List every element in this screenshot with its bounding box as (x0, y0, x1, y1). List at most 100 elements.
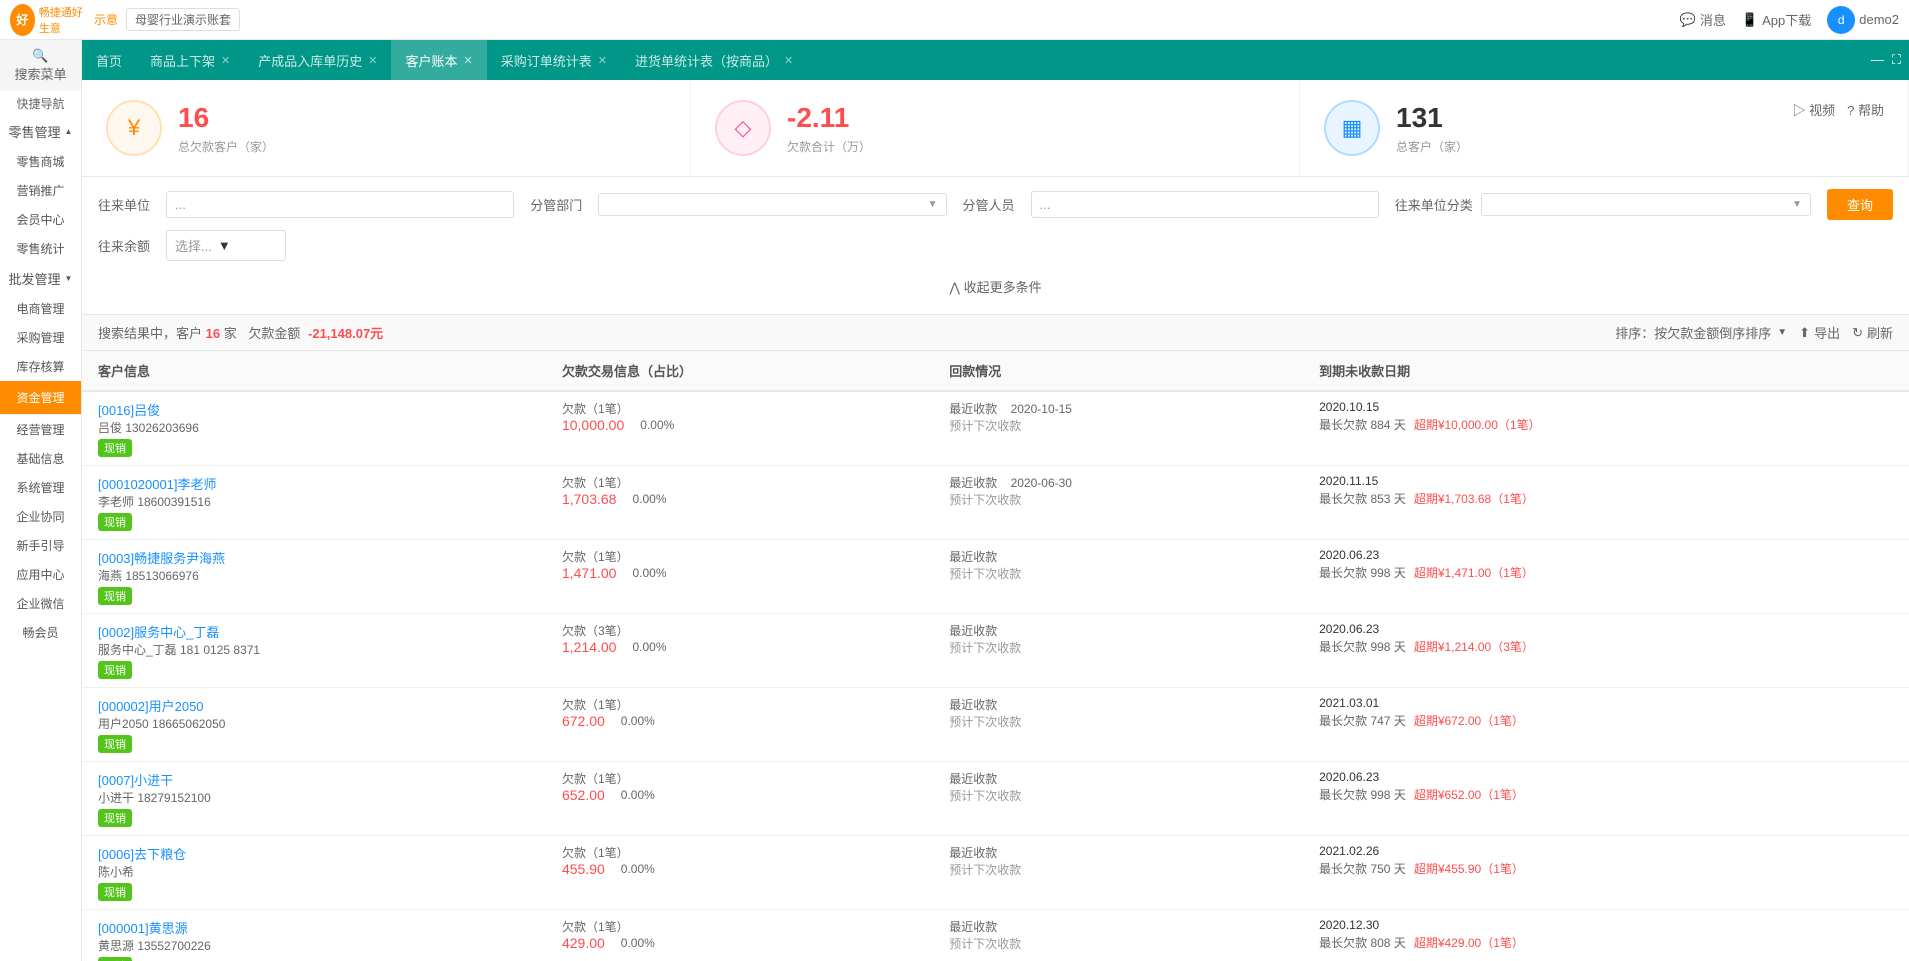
overdue-link-7[interactable]: 超期¥429.00（1笔） (1414, 934, 1524, 951)
debt-count-0: 欠款（1笔） (562, 400, 917, 417)
video-link[interactable]: ▷ 视频 (1793, 100, 1836, 119)
filter-group-person: 分管人员 ... (963, 191, 1379, 218)
source-unit-input[interactable]: ... (166, 191, 514, 218)
sidebar-item-ecommerce[interactable]: 电商管理 (0, 294, 81, 323)
sidebar-item-marketing[interactable]: 营销推广 (0, 176, 81, 205)
system-name[interactable]: 母婴行业演示账套 (126, 8, 240, 31)
tab-close-1[interactable]: ✕ (221, 54, 230, 67)
due-date-5: 2020.06.23 (1319, 770, 1893, 784)
customer-name-2[interactable]: [0003]畅捷服务尹海燕 (98, 548, 530, 567)
export-btn[interactable]: ⬆ 导出 (1799, 323, 1840, 342)
sidebar-quick-nav[interactable]: 快捷导航 (0, 91, 81, 116)
sidebar-search[interactable]: 🔍 搜索菜单 (0, 40, 81, 91)
source-unit-label: 往来单位 (98, 195, 158, 214)
balance-select[interactable]: 选择... ▼ (166, 230, 286, 261)
recent-label-3: 最近收款 (949, 622, 1287, 639)
customer-name-5[interactable]: [0007]小进干 (98, 770, 530, 789)
sidebar-item-retail-mgmt[interactable]: 零售管理 ▲ (0, 116, 81, 147)
message-btn[interactable]: 💬 消息 (1680, 10, 1726, 29)
sidebar-item-purchase-mgmt[interactable]: 采购管理 (0, 323, 81, 352)
debt-amount-5[interactable]: 652.00 (562, 787, 605, 803)
tab-close-4[interactable]: ✕ (598, 54, 607, 67)
debt-amount-4[interactable]: 672.00 (562, 713, 605, 729)
customer-name-6[interactable]: [0006]去下粮仓 (98, 844, 530, 863)
tab-close-2[interactable]: ✕ (368, 54, 377, 67)
overdue-link-3[interactable]: 超期¥1,214.00（3笔） (1414, 638, 1534, 655)
debt-amount-2[interactable]: 1,471.00 (562, 565, 617, 581)
debt-amount-1[interactable]: 1,703.68 (562, 491, 617, 507)
help-link[interactable]: ? 帮助 (1847, 100, 1884, 119)
overdue-link-2[interactable]: 超期¥1,471.00（1笔） (1414, 564, 1534, 581)
overdue-link-5[interactable]: 超期¥652.00（1笔） (1414, 786, 1524, 803)
sidebar-item-enterprise-wechat[interactable]: 企业微信 (0, 589, 81, 618)
debt-count-1: 欠款（1笔） (562, 474, 917, 491)
debt-amount-7[interactable]: 429.00 (562, 935, 605, 951)
sidebar-item-new-guide[interactable]: 新手引导 (0, 531, 81, 560)
filter-row-2: 往来余额 选择... ▼ (98, 230, 1893, 261)
stat-info-overdue-amount: -2.11 欠款合计（万） (787, 101, 1275, 156)
recent-label-7: 最近收款 (949, 918, 1287, 935)
due-date-cell-2: 2020.06.23 最长欠款 998 天 超期¥1,471.00（1笔） (1303, 540, 1909, 614)
stat-value-overdue-customers: 16 (178, 101, 666, 135)
maximize-icon[interactable]: ⛶ (1892, 52, 1901, 68)
customer-tag-3: 现销 (98, 661, 132, 679)
tab-close-3[interactable]: ✕ (464, 54, 473, 67)
tab-close-5[interactable]: ✕ (784, 54, 793, 67)
unit-category-select[interactable]: ▼ (1481, 193, 1811, 216)
next-label-1: 预计下次收款 (949, 491, 1287, 508)
customer-name-0[interactable]: [0016]吕俊 (98, 400, 530, 419)
overdue-link-6[interactable]: 超期¥455.90（1笔） (1414, 860, 1524, 877)
table-row: [0007]小进干 小进干 18279152100 现销 欠款（1笔） 652.… (82, 762, 1909, 836)
sidebar-item-retail-stats[interactable]: 零售统计 (0, 234, 81, 263)
customer-name-3[interactable]: [0002]服务中心_丁磊 (98, 622, 530, 641)
overdue-link-4[interactable]: 超期¥672.00（1笔） (1414, 712, 1524, 729)
user-avatar-btn[interactable]: d demo2 (1827, 6, 1899, 34)
debt-amount-6[interactable]: 455.90 (562, 861, 605, 877)
dept-select[interactable]: ▼ (598, 193, 946, 216)
overdue-link-1[interactable]: 超期¥1,703.68（1笔） (1414, 490, 1534, 507)
customer-tag-2: 现销 (98, 587, 132, 605)
customer-name-1[interactable]: [0001020001]李老师 (98, 474, 530, 493)
chevron-up-icon: ⋀ (949, 280, 963, 295)
sidebar-item-business-mgmt[interactable]: 经营管理 (0, 415, 81, 444)
sort-select[interactable]: 排序：按欠款金额倒序排序 ▼ (1615, 323, 1787, 342)
debt-info-cell-7: 欠款（1笔） 429.00 0.00% (546, 910, 933, 961)
debt-count-5: 欠款（1笔） (562, 770, 917, 787)
overdue-link-0[interactable]: 超期¥10,000.00（1笔） (1414, 416, 1541, 433)
sidebar-item-finance-mgmt[interactable]: 资金管理 (0, 381, 81, 415)
sidebar-item-basic-info[interactable]: 基础信息 (0, 444, 81, 473)
sidebar-item-retail-mall[interactable]: 零售商城 (0, 147, 81, 176)
chevron-down-icon2: ▼ (65, 274, 73, 283)
tab-customer-account[interactable]: 客户账本 ✕ (391, 40, 486, 80)
collection-cell-2: 最近收款 预计下次收款 (933, 540, 1303, 614)
sidebar-item-enterprise-collab[interactable]: 企业协同 (0, 502, 81, 531)
customer-phone-3: 服务中心_丁磊 181 0125 8371 (98, 641, 530, 658)
sidebar-item-wholesale-mgmt[interactable]: 批发管理 ▼ (0, 263, 81, 294)
table-container: 客户信息 欠款交易信息（占比） 回款情况 到期未收款日期 [0016]吕俊 吕俊… (82, 351, 1909, 961)
phone-icon: 📱 (1742, 12, 1758, 28)
refresh-btn[interactable]: ↻ 刷新 (1852, 323, 1893, 342)
sidebar-item-member[interactable]: 会员中心 (0, 205, 81, 234)
sidebar-item-vip[interactable]: 畅会员 (0, 618, 81, 647)
app-download-btn[interactable]: 📱 App下载 (1742, 10, 1811, 29)
collapse-filters-btn[interactable]: ⋀ 收起更多条件 (98, 271, 1893, 302)
sidebar-item-app-center[interactable]: 应用中心 (0, 560, 81, 589)
tab-home[interactable]: 首页 (82, 40, 136, 80)
debt-info-cell-5: 欠款（1笔） 652.00 0.00% (546, 762, 933, 836)
debt-amount-3[interactable]: 1,214.00 (562, 639, 617, 655)
sidebar-item-system-mgmt[interactable]: 系统管理 (0, 473, 81, 502)
debt-amount-0[interactable]: 10,000.00 (562, 417, 624, 433)
customer-name-7[interactable]: [000001]黄思源 (98, 918, 530, 937)
search-button[interactable]: 查询 (1827, 189, 1893, 220)
customer-phone-5: 小进干 18279152100 (98, 789, 530, 806)
sidebar-item-inventory[interactable]: 库存核算 (0, 352, 81, 381)
tab-import-stats[interactable]: 进货单统计表（按商品） ✕ (621, 40, 807, 80)
debt-count-2: 欠款（1笔） (562, 548, 917, 565)
person-input[interactable]: ... (1031, 191, 1379, 218)
minus-icon[interactable]: — (1871, 52, 1884, 68)
sidebar: 🔍 搜索菜单 快捷导航 零售管理 ▲ 零售商城 营销推广 会员中心 零售统计 批… (0, 40, 82, 961)
customer-name-4[interactable]: [000002]用户2050 (98, 696, 530, 715)
tab-product-offshelve[interactable]: 商品上下架 ✕ (136, 40, 244, 80)
tab-purchase-stats[interactable]: 采购订单统计表 ✕ (487, 40, 621, 80)
tab-product-history[interactable]: 产成品入库单历史 ✕ (244, 40, 391, 80)
